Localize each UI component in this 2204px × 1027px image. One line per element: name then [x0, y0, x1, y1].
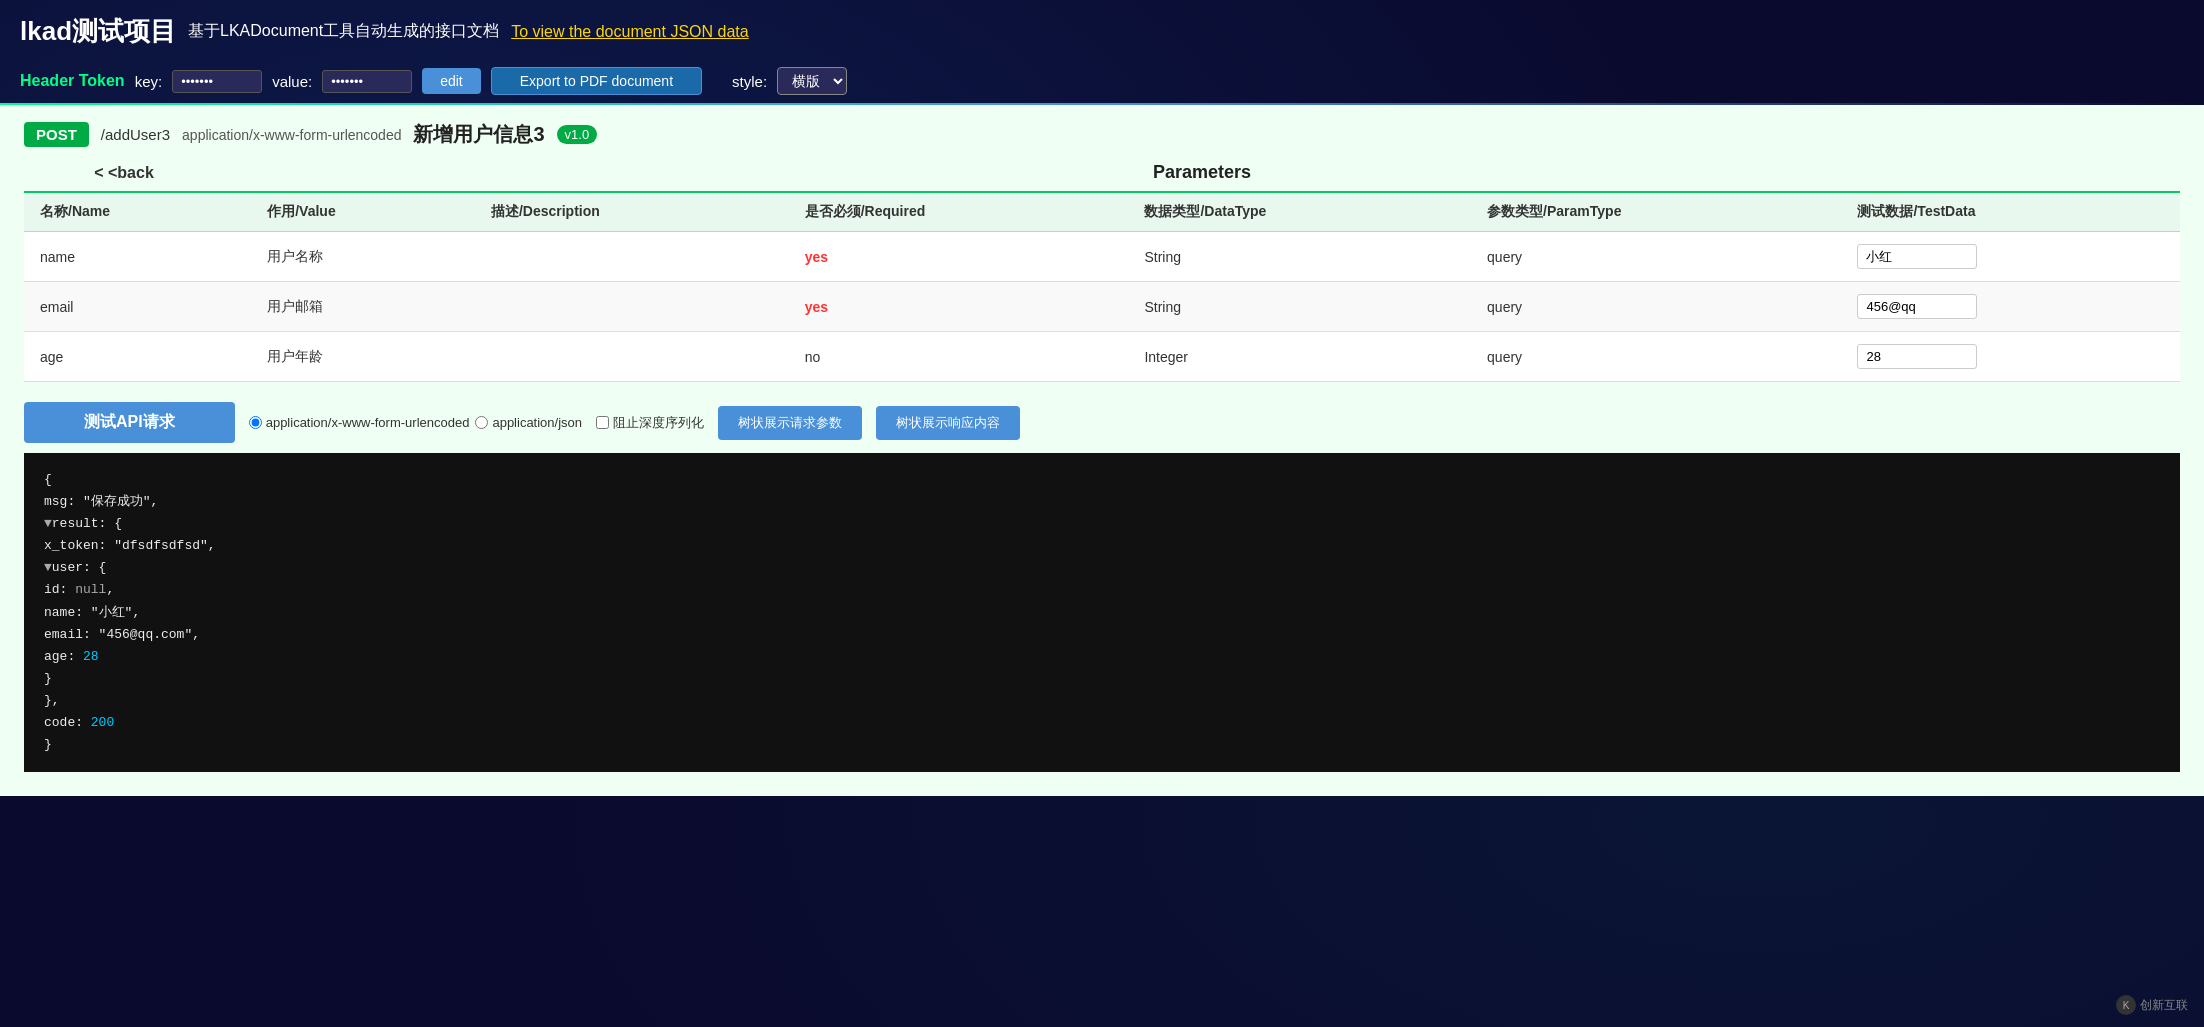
json-line: age: 28: [44, 646, 2160, 668]
json-line: }: [44, 734, 2160, 756]
tree-request-button[interactable]: 树状展示请求参数: [718, 406, 862, 440]
json-line: {: [44, 469, 2160, 491]
params-tbody: name 用户名称 yes String query email 用户邮箱 ye…: [24, 232, 2180, 382]
style-select[interactable]: 横版 竖版: [777, 67, 847, 95]
json-line: email: "456@qq.com",: [44, 624, 2160, 646]
cell-required: yes: [789, 282, 1129, 332]
table-row: name 用户名称 yes String query: [24, 232, 2180, 282]
serialize-checkbox-group[interactable]: 阻止深度序列化: [596, 414, 704, 432]
token-label: Header Token: [20, 72, 125, 90]
edit-button[interactable]: edit: [422, 68, 481, 94]
api-path: /addUser3: [101, 126, 170, 143]
table-header: 名称/Name 作用/Value 描述/Description 是否必须/Req…: [24, 193, 2180, 232]
api-content-type: application/x-www-form-urlencoded: [182, 127, 401, 143]
test-api-button[interactable]: 测试API请求: [24, 402, 235, 443]
main-content: POST /addUser3 application/x-www-form-ur…: [0, 105, 2204, 796]
api-header: POST /addUser3 application/x-www-form-ur…: [24, 121, 2180, 148]
top-header: lkad测试项目 基于LKADocument工具自动生成的接口文档 To vie…: [0, 0, 2204, 59]
cell-value: 用户年龄: [251, 332, 475, 382]
json-line: id: null,: [44, 579, 2160, 601]
json-line: ▼result: {: [44, 513, 2160, 535]
table-row: email 用户邮箱 yes String query: [24, 282, 2180, 332]
cell-name: email: [24, 282, 251, 332]
cell-testdata[interactable]: [1841, 232, 2180, 282]
value-label: value:: [272, 73, 312, 90]
api-title: 新增用户信息3: [413, 121, 544, 148]
cell-paramtype: query: [1471, 232, 1841, 282]
cell-desc: [475, 232, 789, 282]
json-line: ▼user: {: [44, 557, 2160, 579]
cell-paramtype: query: [1471, 282, 1841, 332]
watermark-text: 创新互联: [2140, 997, 2188, 1014]
value-input[interactable]: [322, 70, 412, 93]
col-required: 是否必须/Required: [789, 193, 1129, 232]
cell-testdata[interactable]: [1841, 332, 2180, 382]
key-label: key:: [135, 73, 163, 90]
key-input[interactable]: [172, 70, 262, 93]
serialize-label: 阻止深度序列化: [613, 414, 704, 432]
cell-paramtype: query: [1471, 332, 1841, 382]
testdata-input[interactable]: [1857, 244, 1977, 269]
radio-form-urlencoded-label: application/x-www-form-urlencoded: [266, 415, 470, 430]
col-paramtype: 参数类型/ParamType: [1471, 193, 1841, 232]
project-title: lkad测试项目: [20, 14, 176, 49]
json-line: },: [44, 690, 2160, 712]
col-testdata: 测试数据/TestData: [1841, 193, 2180, 232]
cell-name: age: [24, 332, 251, 382]
cell-datatype: String: [1128, 282, 1471, 332]
json-line: msg: "保存成功",: [44, 491, 2160, 513]
style-label: style:: [732, 73, 767, 90]
cell-required: yes: [789, 232, 1129, 282]
cell-name: name: [24, 232, 251, 282]
json-line: }: [44, 668, 2160, 690]
project-subtitle: 基于LKADocument工具自动生成的接口文档: [188, 21, 499, 42]
parameters-label: Parameters: [224, 162, 2180, 183]
col-datatype: 数据类型/DataType: [1128, 193, 1471, 232]
testdata-input[interactable]: [1857, 294, 1977, 319]
cell-value: 用户邮箱: [251, 282, 475, 332]
params-table: 名称/Name 作用/Value 描述/Description 是否必须/Req…: [24, 193, 2180, 382]
cell-datatype: String: [1128, 232, 1471, 282]
col-desc: 描述/Description: [475, 193, 789, 232]
json-line: name: "小红",: [44, 602, 2160, 624]
method-badge: POST: [24, 122, 89, 147]
cell-value: 用户名称: [251, 232, 475, 282]
back-link[interactable]: < <back: [24, 164, 224, 182]
col-name: 名称/Name: [24, 193, 251, 232]
json-output: { msg: "保存成功", ▼result: { x_token: "dfsd…: [24, 453, 2180, 772]
content-type-radio-group: application/x-www-form-urlencoded applic…: [249, 415, 582, 430]
token-bar: Header Token key: value: edit Export to …: [0, 59, 2204, 103]
json-line: code: 200: [44, 712, 2160, 734]
json-line: x_token: "dfsdfsdfsd",: [44, 535, 2160, 557]
tree-response-button[interactable]: 树状展示响应内容: [876, 406, 1020, 440]
json-link[interactable]: To view the document JSON data: [511, 23, 748, 41]
cell-desc: [475, 332, 789, 382]
radio-json[interactable]: application/json: [475, 415, 582, 430]
cell-required: no: [789, 332, 1129, 382]
cell-datatype: Integer: [1128, 332, 1471, 382]
export-button[interactable]: Export to PDF document: [491, 67, 702, 95]
watermark-icon: K: [2116, 995, 2136, 1015]
radio-form-urlencoded[interactable]: application/x-www-form-urlencoded: [249, 415, 470, 430]
table-row: age 用户年龄 no Integer query: [24, 332, 2180, 382]
watermark: K 创新互联: [2116, 995, 2188, 1015]
version-badge: v1.0: [557, 125, 598, 144]
action-row: 测试API请求 application/x-www-form-urlencode…: [24, 402, 2180, 443]
cell-desc: [475, 282, 789, 332]
cell-testdata[interactable]: [1841, 282, 2180, 332]
back-params-row: < <back Parameters: [24, 162, 2180, 193]
radio-json-label: application/json: [492, 415, 582, 430]
col-value: 作用/Value: [251, 193, 475, 232]
testdata-input[interactable]: [1857, 344, 1977, 369]
serialize-checkbox[interactable]: [596, 416, 609, 429]
